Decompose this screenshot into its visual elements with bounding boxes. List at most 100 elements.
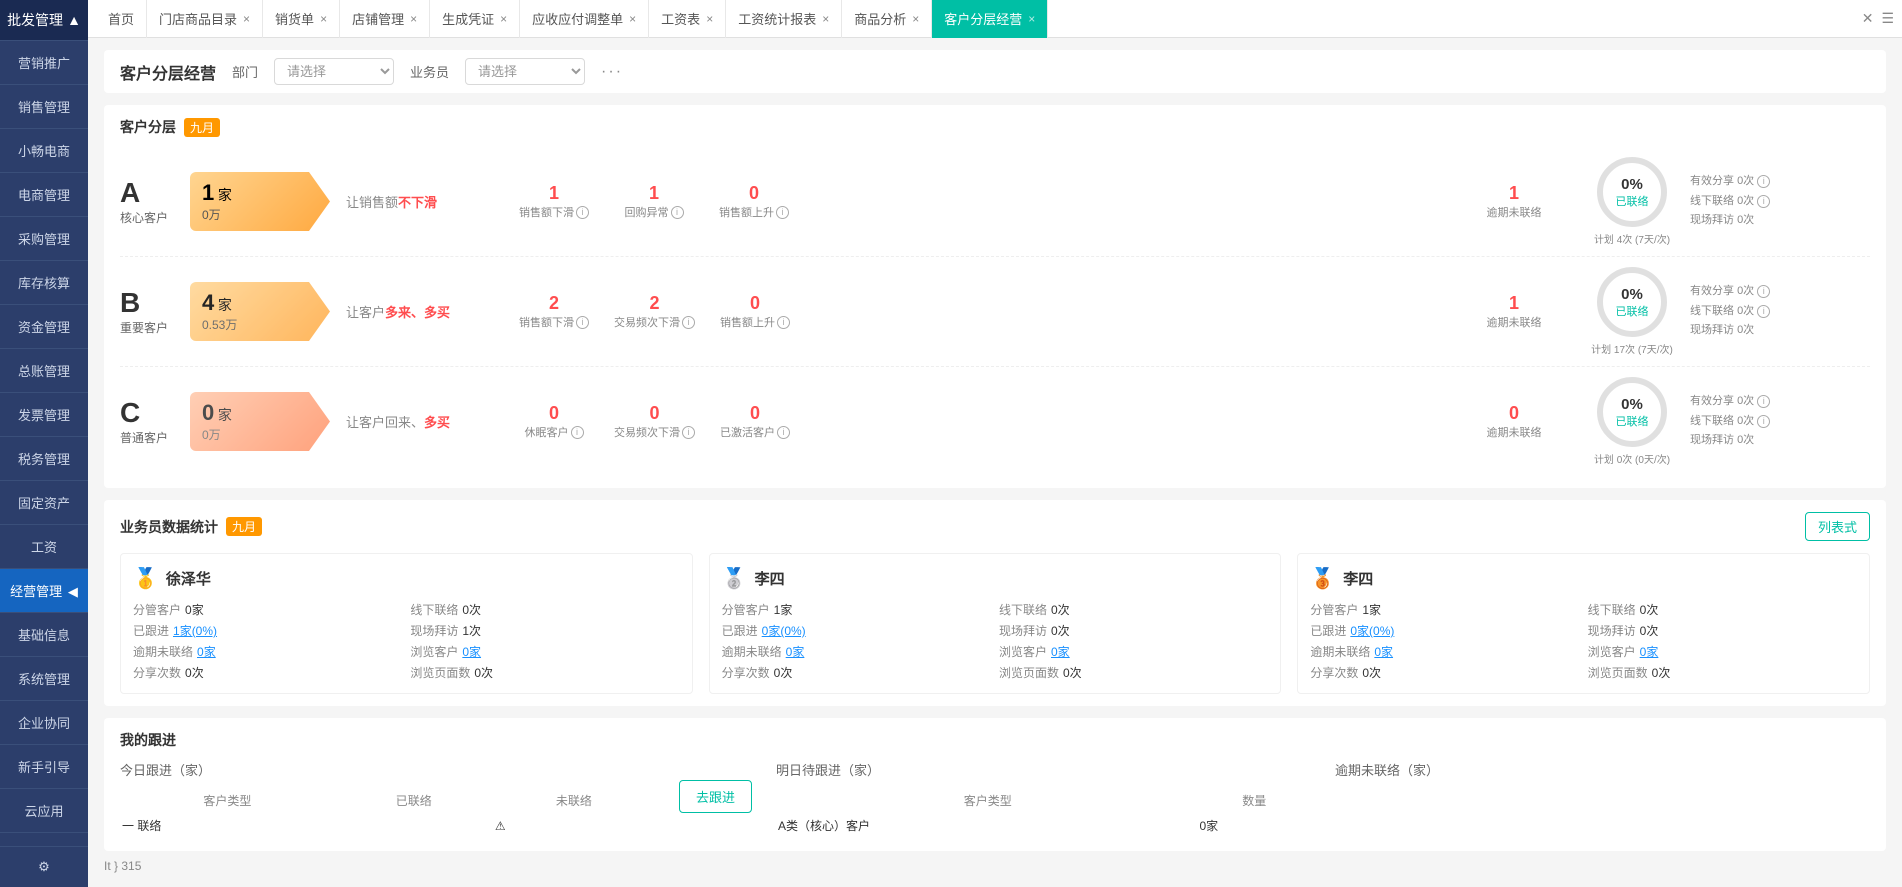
val-link[interactable]: 0家 bbox=[197, 643, 216, 660]
sidebar-item-dscgl[interactable]: 电商管理 bbox=[0, 173, 88, 217]
sidebar-item-jcxx[interactable]: 基础信息 bbox=[0, 613, 88, 657]
tab-sales-order[interactable]: 销货单 × bbox=[263, 0, 340, 38]
sidebar-item-gz[interactable]: 工资 bbox=[0, 525, 88, 569]
info-icon[interactable]: i bbox=[671, 206, 684, 219]
tier-c-stat-3[interactable]: 0 已激活客户 i bbox=[715, 403, 795, 440]
info-icon[interactable]: i bbox=[1757, 395, 1770, 408]
sidebar-settings[interactable]: ⚙ bbox=[0, 846, 88, 887]
tab-salary[interactable]: 工资表 × bbox=[649, 0, 726, 38]
info-icon[interactable]: i bbox=[777, 316, 790, 329]
staff-select[interactable]: 请选择 bbox=[465, 58, 585, 85]
staff-section-title: 业务员数据统计 bbox=[120, 517, 218, 537]
val-link[interactable]: 0家 bbox=[1051, 643, 1070, 660]
sidebar-item-fpgl[interactable]: 发票管理 bbox=[0, 393, 88, 437]
tab-product-analysis[interactable]: 商品分析 × bbox=[842, 0, 932, 38]
sidebar-item-xcdsc[interactable]: 小畅电商 bbox=[0, 129, 88, 173]
staff-stat-row: 已跟进 0家(0%) bbox=[1310, 622, 1579, 639]
val-link[interactable]: 0家 bbox=[462, 643, 481, 660]
tier-a-stat-3[interactable]: 0 销售额上升 i bbox=[714, 183, 794, 220]
tab-close-icon[interactable]: × bbox=[500, 12, 507, 26]
tier-b-label: B 重要客户 bbox=[120, 287, 190, 336]
staff-stat-row: 逾期未联络 0家 bbox=[1310, 643, 1579, 660]
tab-voucher[interactable]: 生成凭证 × bbox=[430, 0, 520, 38]
tab-home[interactable]: 首页 bbox=[96, 0, 147, 38]
sidebar-item-zzgl[interactable]: 总账管理 bbox=[0, 349, 88, 393]
tab-salary-report[interactable]: 工资统计报表 × bbox=[726, 0, 842, 38]
sidebar-item-cggl[interactable]: 采购管理 bbox=[0, 217, 88, 261]
val-link[interactable]: 0家 bbox=[1374, 643, 1393, 660]
tier-a-stat-2[interactable]: 1 回购异常 i bbox=[614, 183, 694, 220]
info-icon[interactable]: i bbox=[576, 316, 589, 329]
sidebar-item-label: 经营管理 bbox=[10, 584, 62, 599]
dept-select[interactable]: 请选择 bbox=[274, 58, 394, 85]
sidebar-item-zjgl[interactable]: 资金管理 bbox=[0, 305, 88, 349]
tier-b-stat-3[interactable]: 0 销售额上升 i bbox=[715, 293, 795, 330]
tier-b-share: 有效分享 0次 i bbox=[1690, 282, 1870, 302]
info-icon[interactable]: i bbox=[1757, 285, 1770, 298]
tab-close-icon[interactable]: × bbox=[410, 12, 417, 26]
info-icon[interactable]: i bbox=[776, 206, 789, 219]
val: 0次 bbox=[1737, 395, 1754, 407]
sidebar-brand[interactable]: 批发管理 ▲ bbox=[0, 0, 88, 41]
tier-b-stat-2[interactable]: 2 交易频次下滑 i bbox=[614, 293, 695, 330]
stat-label: 已激活客户 i bbox=[715, 424, 795, 440]
tab-close-icon[interactable]: × bbox=[706, 12, 713, 26]
label: 逾期未联络 bbox=[722, 643, 782, 660]
info-icon[interactable]: i bbox=[571, 426, 584, 439]
staff-stat-row: 分管客户 1家 bbox=[722, 601, 991, 618]
val-link[interactable]: 0家 bbox=[786, 643, 805, 660]
list-view-button[interactable]: 列表式 bbox=[1805, 512, 1870, 541]
tab-close-all-icon[interactable]: ✕ bbox=[1862, 10, 1874, 27]
tier-b-count-box[interactable]: 4 家 0.53万 bbox=[190, 282, 330, 341]
tab-close-icon[interactable]: × bbox=[912, 12, 919, 26]
info-icon[interactable]: i bbox=[682, 426, 695, 439]
tab-menu-icon[interactable]: ☰ bbox=[1881, 10, 1894, 27]
info-icon[interactable]: i bbox=[1757, 195, 1770, 208]
tab-close-icon[interactable]: × bbox=[320, 12, 327, 26]
tab-ap-adjust[interactable]: 应收应付调整单 × bbox=[520, 0, 649, 38]
sidebar-item-yyyy[interactable]: 云应用 bbox=[0, 789, 88, 833]
tier-a-stat-1[interactable]: 1 销售额下滑 i bbox=[514, 183, 594, 220]
sidebar-item-xsgl[interactable]: 销售管理 bbox=[0, 85, 88, 129]
info-icon[interactable]: i bbox=[682, 316, 695, 329]
tier-c-stat-2[interactable]: 0 交易频次下滑 i bbox=[614, 403, 695, 440]
tab-close-icon[interactable]: × bbox=[629, 12, 636, 26]
val-link[interactable]: 1家(0%) bbox=[173, 622, 217, 639]
tab-home-label: 首页 bbox=[108, 9, 134, 28]
go-follow-button[interactable]: 去跟进 bbox=[679, 780, 752, 813]
follow-section: 我的跟进 今日跟进（家） 客户类型 已联络 未联络 bbox=[104, 718, 1886, 851]
info-icon[interactable]: i bbox=[1757, 305, 1770, 318]
tab-store-products[interactable]: 门店商品目录 × bbox=[147, 0, 263, 38]
info-icon[interactable]: i bbox=[1757, 415, 1770, 428]
info-icon[interactable]: i bbox=[777, 426, 790, 439]
sidebar-item-xsyd[interactable]: 新手引导 bbox=[0, 745, 88, 789]
info-icon[interactable]: i bbox=[1757, 175, 1770, 188]
val-link[interactable]: 0家(0%) bbox=[1350, 622, 1394, 639]
tab-close-icon[interactable]: × bbox=[243, 12, 250, 26]
tab-customer-tier[interactable]: 客户分层经营 × bbox=[932, 0, 1048, 38]
sidebar-item-swgl[interactable]: 税务管理 bbox=[0, 437, 88, 481]
tab-close-icon[interactable]: × bbox=[1028, 12, 1035, 26]
sidebar-item-gdzy[interactable]: 固定资产 bbox=[0, 481, 88, 525]
th-not-connected: 未联络 bbox=[495, 789, 653, 812]
tier-b-stat-1[interactable]: 2 销售额下滑 i bbox=[514, 293, 594, 330]
sidebar-item-xtgl[interactable]: 系统管理 bbox=[0, 657, 88, 701]
stat-num: 1 bbox=[514, 183, 594, 204]
tier-c-stat-1[interactable]: 0 休眠客户 i bbox=[514, 403, 594, 440]
tab-store-mgmt[interactable]: 店铺管理 × bbox=[340, 0, 430, 38]
info-icon[interactable]: i bbox=[576, 206, 589, 219]
val-link[interactable]: 0家 bbox=[1640, 643, 1659, 660]
staff-stat-row: 逾期未联络 0家 bbox=[722, 643, 991, 660]
tier-a-count-box[interactable]: 1 家 0万 bbox=[190, 172, 330, 231]
tab-close-icon[interactable]: × bbox=[822, 12, 829, 26]
val-link[interactable]: 0家(0%) bbox=[762, 622, 806, 639]
filter-more-icon[interactable]: ··· bbox=[601, 63, 623, 81]
tier-c-count-box[interactable]: 0 家 0万 bbox=[190, 392, 330, 451]
sidebar-item-qyxt[interactable]: 企业协同 bbox=[0, 701, 88, 745]
sidebar-item-kchj[interactable]: 库存核算 bbox=[0, 261, 88, 305]
staff-stats-3: 分管客户 1家 线下联络 0次 已跟进 0家(0%) 现场拜访 bbox=[1310, 601, 1857, 681]
stat-label: 休眠客户 i bbox=[514, 424, 594, 440]
sidebar-item-jygl[interactable]: 经营管理 ◀ bbox=[0, 569, 88, 613]
sidebar-item-yxjc[interactable]: 营销推广 bbox=[0, 41, 88, 85]
stat-num: 0 bbox=[714, 183, 794, 204]
